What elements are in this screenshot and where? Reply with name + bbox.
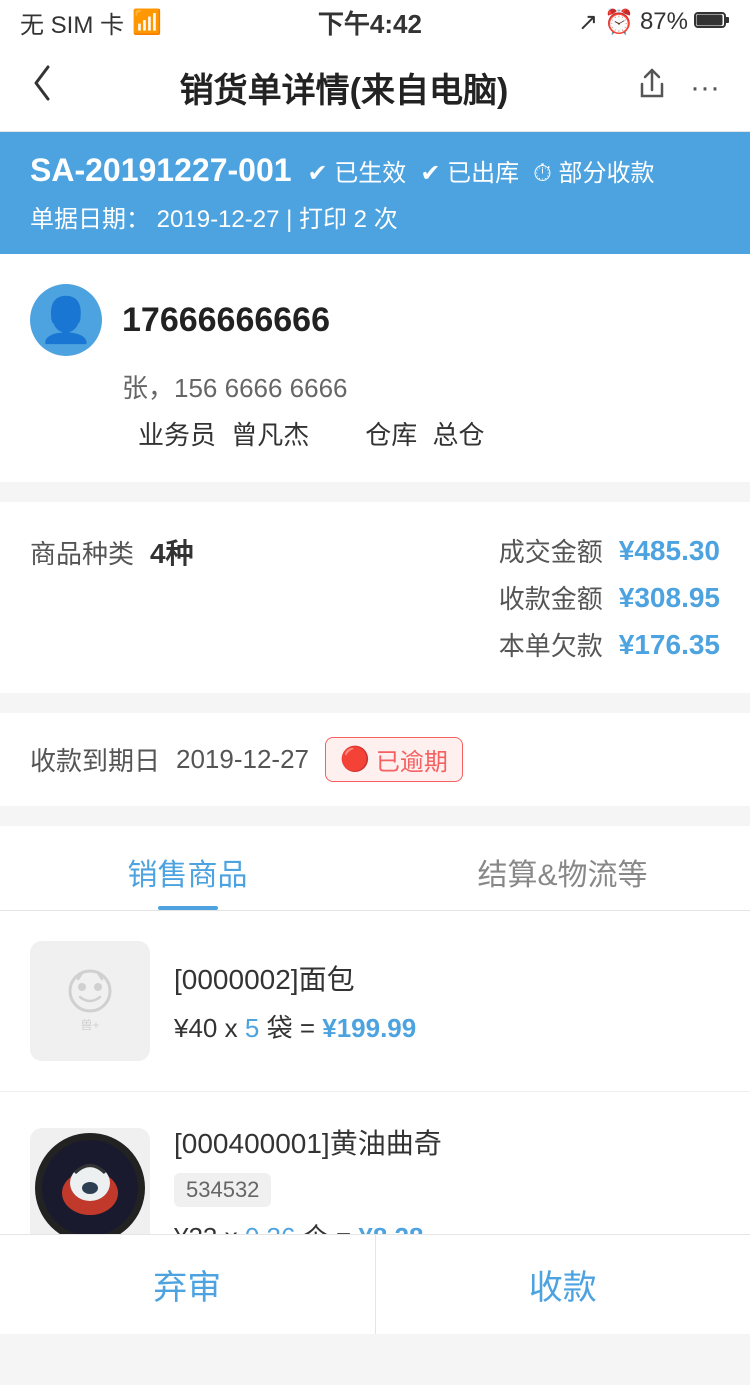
customer-avatar: 👤 — [30, 284, 102, 356]
share-icon[interactable] — [634, 66, 670, 110]
customer-section: 👤 17666666666 张，156 6666 6666 业务员 曾凡杰 仓库… — [0, 254, 750, 482]
cancel-button[interactable]: 弃审 — [0, 1235, 375, 1334]
product-list: 兽+ [0000002]面包 ¥40 x 5 袋 = ¥199.99 — [0, 911, 750, 1285]
transaction-stat: 成交金额 ¥485.30 — [499, 532, 720, 569]
warehouse-label: 仓库 总仓 — [357, 415, 484, 452]
svg-text:兽+: 兽+ — [80, 1018, 99, 1032]
order-date: 2019-12-27 — [157, 206, 280, 233]
alarm-icon: ⏰ — [604, 8, 634, 37]
receipt-value: ¥308.95 — [619, 582, 720, 614]
stats-row: 商品种类 4种 成交金额 ¥485.30 收款金额 ¥308.95 本单欠款 ¥… — [30, 532, 720, 663]
more-icon[interactable]: ··· — [690, 71, 720, 105]
date-label: 单据日期： — [30, 206, 150, 233]
overdue-icon: 🔴 — [340, 745, 370, 774]
status-time: 下午4:42 — [318, 4, 422, 41]
receipt-label: 收款金额 — [499, 579, 603, 616]
product-name-2: [000400001]黄油曲奇 — [174, 1122, 720, 1162]
product-type-label: 商品种类 — [30, 534, 134, 571]
due-date-label: 收款到期日 — [30, 741, 160, 778]
banner-top: SA-20191227-001 ✔ 已生效 ✔ 已出库 ⏱ 部分收款 — [30, 152, 720, 189]
wifi-icon: 📶 — [132, 8, 162, 37]
sim-status: 无 SIM 卡 — [20, 5, 124, 40]
stats-section: 商品种类 4种 成交金额 ¥485.30 收款金额 ¥308.95 本单欠款 ¥… — [0, 502, 750, 693]
nav-actions: ··· — [634, 66, 720, 110]
product-name-1: [0000002]面包 — [174, 958, 720, 998]
battery-status: 87% — [640, 8, 688, 36]
transaction-value: ¥485.30 — [619, 535, 720, 567]
debt-stat: 本单欠款 ¥176.35 — [499, 626, 720, 663]
page-title: 销货单详情(来自电脑) — [180, 63, 509, 112]
badge-effective: ✔ 已生效 — [308, 153, 407, 188]
staff-row: 业务员 曾凡杰 仓库 总仓 — [122, 415, 720, 452]
product-thumbnail-1: 兽+ — [30, 941, 150, 1061]
status-right: ↗ ⏰ 87% — [578, 8, 730, 37]
nav-bar: 销货单详情(来自电脑) ··· — [0, 44, 750, 132]
tabs-section: 销售商品 结算&物流等 — [0, 826, 750, 911]
stats-right: 成交金额 ¥485.30 收款金额 ¥308.95 本单欠款 ¥176.35 — [499, 532, 720, 663]
person-icon: 👤 — [39, 294, 94, 346]
print-info: 打印 2 次 — [299, 206, 398, 233]
banner-date: 单据日期： 2019-12-27 | 打印 2 次 — [30, 199, 720, 234]
product-image-2 — [35, 1133, 145, 1243]
receipt-stat: 收款金额 ¥308.95 — [499, 579, 720, 616]
qty-value-1: 5 — [245, 1013, 259, 1043]
status-bar: 无 SIM 卡 📶 下午4:42 ↗ ⏰ 87% — [0, 0, 750, 44]
back-button[interactable] — [30, 63, 54, 112]
total-value-1: ¥199.99 — [322, 1013, 416, 1043]
customer-name: 张，156 6666 6666 — [122, 368, 720, 405]
transaction-label: 成交金额 — [499, 532, 603, 569]
debt-label: 本单欠款 — [499, 626, 603, 663]
status-badges: ✔ 已生效 ✔ 已出库 ⏱ 部分收款 — [308, 153, 655, 188]
separator: | — [286, 206, 299, 233]
confirm-button[interactable]: 收款 — [375, 1235, 750, 1334]
battery-icon — [694, 8, 730, 36]
customer-id: 17666666666 — [122, 301, 330, 340]
debt-value: ¥176.35 — [619, 629, 720, 661]
list-item: 兽+ [0000002]面包 ¥40 x 5 袋 = ¥199.99 — [0, 911, 750, 1092]
header-banner: SA-20191227-001 ✔ 已生效 ✔ 已出库 ⏱ 部分收款 单据日期：… — [0, 132, 750, 254]
order-id: SA-20191227-001 — [30, 152, 292, 189]
price-value-1: ¥40 — [174, 1013, 217, 1043]
product-price-1: ¥40 x 5 袋 = ¥199.99 — [174, 1008, 720, 1045]
product-type-stat: 商品种类 4种 — [30, 532, 194, 572]
overdue-text: 已逾期 — [376, 742, 448, 777]
tab-settlement[interactable]: 结算&物流等 — [375, 826, 750, 910]
staff-name: 曾凡杰 — [231, 420, 309, 450]
warehouse-name: 总仓 — [433, 420, 485, 450]
status-left: 无 SIM 卡 📶 — [20, 5, 162, 40]
staff-label: 业务员 曾凡杰 — [130, 415, 309, 452]
product-thumbnail-2 — [30, 1128, 150, 1248]
product-type-value: 4种 — [150, 532, 194, 572]
customer-row: 👤 17666666666 — [30, 284, 720, 356]
product-info-1: [0000002]面包 ¥40 x 5 袋 = ¥199.99 — [174, 958, 720, 1045]
badge-partial: ⏱ 部分收款 — [533, 153, 654, 188]
due-section: 收款到期日 2019-12-27 🔴 已逾期 — [0, 713, 750, 806]
due-date: 2019-12-27 — [176, 744, 309, 775]
unit-value-1: 袋 — [267, 1013, 293, 1043]
product-sku-2: 534532 — [174, 1173, 271, 1207]
badge-shipped: ✔ 已出库 — [420, 153, 519, 188]
stats-left: 商品种类 4种 — [30, 532, 194, 572]
location-icon: ↗ — [578, 8, 598, 37]
tab-products[interactable]: 销售商品 — [0, 826, 375, 910]
overdue-badge: 🔴 已逾期 — [325, 737, 463, 782]
bottom-bar: 弃审 收款 — [0, 1234, 750, 1334]
